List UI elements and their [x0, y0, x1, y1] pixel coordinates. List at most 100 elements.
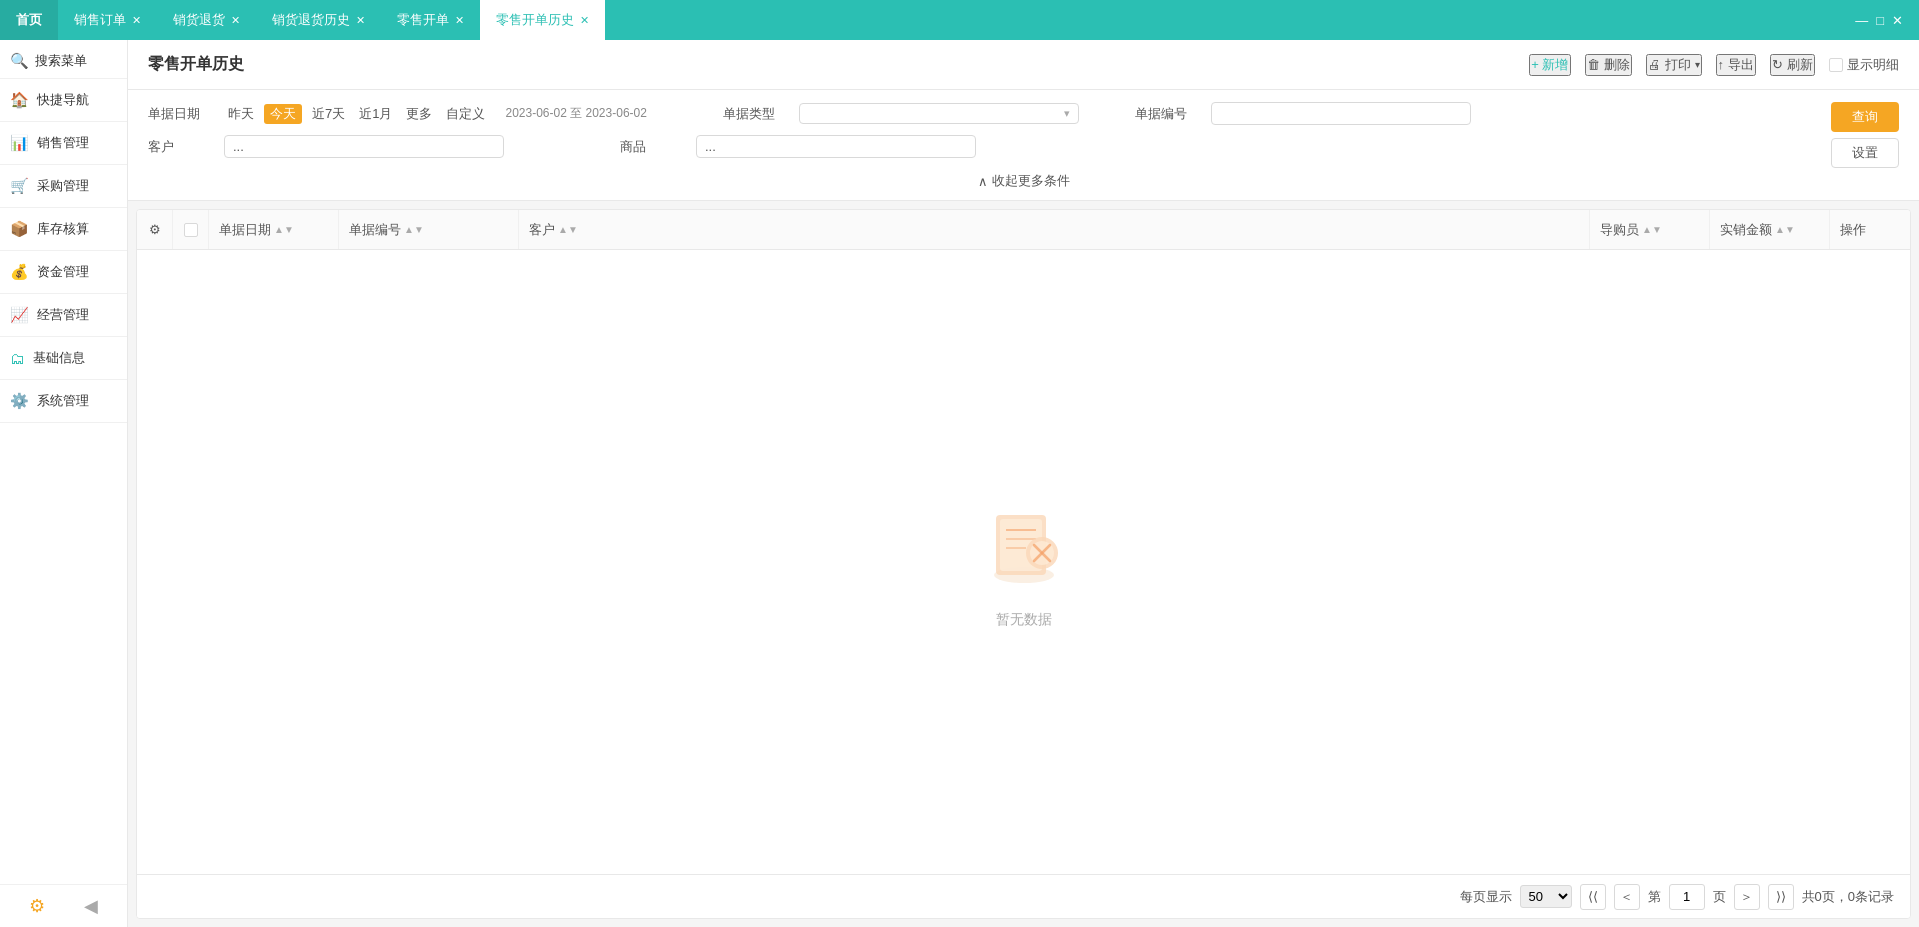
query-buttons: 查询 设置: [1831, 102, 1899, 168]
tab-close-icon[interactable]: ✕: [356, 14, 365, 27]
setting-button[interactable]: 设置: [1831, 138, 1899, 168]
sidebar-item-sales[interactable]: 📊 销售管理: [0, 122, 127, 165]
type-filter-label: 单据类型: [723, 105, 783, 123]
tab-home[interactable]: 首页: [0, 0, 58, 40]
sidebar-item-purchase[interactable]: 🛒 采购管理: [0, 165, 127, 208]
date-7days[interactable]: 近7天: [308, 104, 349, 124]
print-chevron-icon: ▾: [1695, 59, 1700, 70]
goods-filter-label: 商品: [620, 138, 680, 156]
export-icon: ↑: [1718, 57, 1725, 72]
sidebar-item-label: 基础信息: [33, 349, 85, 367]
date-1month[interactable]: 近1月: [355, 104, 396, 124]
date-today[interactable]: 今天: [264, 104, 302, 124]
tab-retail-order[interactable]: 零售开单 ✕: [381, 0, 480, 40]
prev-page-btn[interactable]: ＜: [1614, 884, 1640, 910]
sort-num-icon[interactable]: ▲▼: [404, 225, 424, 235]
window-close-btn[interactable]: ✕: [1892, 13, 1903, 28]
sidebar-item-system[interactable]: ⚙️ 系统管理: [0, 380, 127, 423]
num-filter-input[interactable]: [1211, 102, 1471, 125]
sidebar-item-finance[interactable]: 💰 资金管理: [0, 251, 127, 294]
tab-close-icon[interactable]: ✕: [132, 14, 141, 27]
sort-date-icon[interactable]: ▲▼: [274, 225, 294, 235]
th-num[interactable]: 单据编号 ▲▼: [339, 210, 519, 249]
page-title: 零售开单历史: [148, 54, 1529, 75]
show-detail-checkbox[interactable]: [1829, 58, 1843, 72]
th-action-label: 操作: [1840, 221, 1866, 239]
collapse-filter-btn[interactable]: ∧ 收起更多条件: [148, 168, 1899, 192]
top-bar: 首页 销售订单 ✕ 销货退货 ✕ 销货退货历史 ✕ 零售开单 ✕ 零售开单历史 …: [0, 0, 1919, 40]
add-button[interactable]: + 新增: [1529, 54, 1570, 76]
page-label: 第: [1648, 888, 1661, 906]
minimize-btn[interactable]: —: [1855, 13, 1868, 28]
th-date-label: 单据日期: [219, 221, 271, 239]
query-button[interactable]: 查询: [1831, 102, 1899, 132]
show-detail-checkbox-area[interactable]: 显示明细: [1829, 56, 1899, 74]
search-icon: 🔍: [10, 52, 29, 70]
collapse-chevron-icon: ∧: [978, 174, 988, 189]
select-all-checkbox[interactable]: [184, 223, 198, 237]
per-page-select[interactable]: 50 10 20 100: [1520, 885, 1572, 908]
sort-customer-icon[interactable]: ▲▼: [558, 225, 578, 235]
sidebar-item-label: 快捷导航: [37, 91, 89, 109]
date-custom[interactable]: 自定义: [442, 104, 489, 124]
next-page-btn[interactable]: ＞: [1734, 884, 1760, 910]
date-more[interactable]: 更多: [402, 104, 436, 124]
sidebar-item-inventory[interactable]: 📦 库存核算: [0, 208, 127, 251]
sidebar-settings-icon[interactable]: ⚙: [29, 895, 45, 917]
refresh-icon: ↻: [1772, 57, 1783, 72]
tab-label: 零售开单历史: [496, 11, 574, 29]
tab-close-icon[interactable]: ✕: [580, 14, 589, 27]
date-filter-label: 单据日期: [148, 105, 208, 123]
th-guide[interactable]: 导购员 ▲▼: [1590, 210, 1710, 249]
export-button[interactable]: ↑ 导出: [1716, 54, 1757, 76]
sidebar-search[interactable]: 🔍 搜索菜单: [0, 40, 127, 79]
type-chevron-icon: ▾: [1064, 107, 1070, 120]
tab-sales-return-history[interactable]: 销货退货历史 ✕: [256, 0, 381, 40]
purchase-icon: 🛒: [10, 177, 29, 195]
th-amount[interactable]: 实销金额 ▲▼: [1710, 210, 1830, 249]
sidebar-item-base-info[interactable]: 🗂 基础信息: [0, 337, 127, 380]
delete-label: 删除: [1604, 56, 1630, 74]
tab-sales-order[interactable]: 销售订单 ✕: [58, 0, 157, 40]
th-date[interactable]: 单据日期 ▲▼: [209, 210, 339, 249]
sidebar-collapse-icon[interactable]: ◀: [84, 895, 98, 917]
last-page-btn[interactable]: ⟩⟩: [1768, 884, 1794, 910]
th-settings[interactable]: ⚙: [137, 210, 173, 249]
tab-label: 销货退货历史: [272, 11, 350, 29]
sort-amount-icon[interactable]: ▲▼: [1775, 225, 1795, 235]
refresh-button[interactable]: ↻ 刷新: [1770, 54, 1815, 76]
sidebar-item-operations[interactable]: 📈 经营管理: [0, 294, 127, 337]
sidebar-item-quick-nav[interactable]: 🏠 快捷导航: [0, 79, 127, 122]
add-button-label: + 新增: [1531, 56, 1568, 74]
delete-button[interactable]: 🗑 删除: [1585, 54, 1632, 76]
goods-filter-input[interactable]: ...: [696, 135, 976, 158]
collapse-label: 收起更多条件: [992, 172, 1070, 190]
customer-filter-input[interactable]: ...: [224, 135, 504, 158]
th-action: 操作: [1830, 210, 1910, 249]
maximize-btn[interactable]: □: [1876, 13, 1884, 28]
sales-icon: 📊: [10, 134, 29, 152]
tab-sales-return[interactable]: 销货退货 ✕: [157, 0, 256, 40]
print-button[interactable]: 🖨 打印 ▾: [1646, 54, 1702, 76]
sidebar-search-label: 搜索菜单: [35, 52, 87, 70]
customer-dots: ...: [233, 139, 244, 154]
table-header: ⚙ 单据日期 ▲▼ 单据编号 ▲▼ 客户 ▲▼ 导购员: [137, 210, 1910, 250]
page-num-input[interactable]: [1669, 884, 1705, 910]
tab-close-icon[interactable]: ✕: [455, 14, 464, 27]
window-controls: — □ ✕: [1855, 13, 1919, 28]
first-page-btn[interactable]: ⟨⟨: [1580, 884, 1606, 910]
operations-icon: 📈: [10, 306, 29, 324]
sidebar-item-label: 资金管理: [37, 263, 89, 281]
sort-guide-icon[interactable]: ▲▼: [1642, 225, 1662, 235]
type-select[interactable]: ▾: [799, 103, 1079, 124]
tab-retail-order-history[interactable]: 零售开单历史 ✕: [480, 0, 605, 40]
print-icon: 🖨: [1648, 57, 1661, 72]
tab-close-icon[interactable]: ✕: [231, 14, 240, 27]
th-checkbox[interactable]: [173, 210, 209, 249]
table-area: ⚙ 单据日期 ▲▼ 单据编号 ▲▼ 客户 ▲▼ 导购员: [136, 209, 1911, 919]
per-page-label: 每页显示: [1460, 888, 1512, 906]
date-yesterday[interactable]: 昨天: [224, 104, 258, 124]
total-text: 共0页，0条记录: [1802, 888, 1894, 906]
th-customer[interactable]: 客户 ▲▼: [519, 210, 1590, 249]
page-header: 零售开单历史 + 新增 🗑 删除 🖨 打印 ▾ ↑ 导出: [128, 40, 1919, 90]
